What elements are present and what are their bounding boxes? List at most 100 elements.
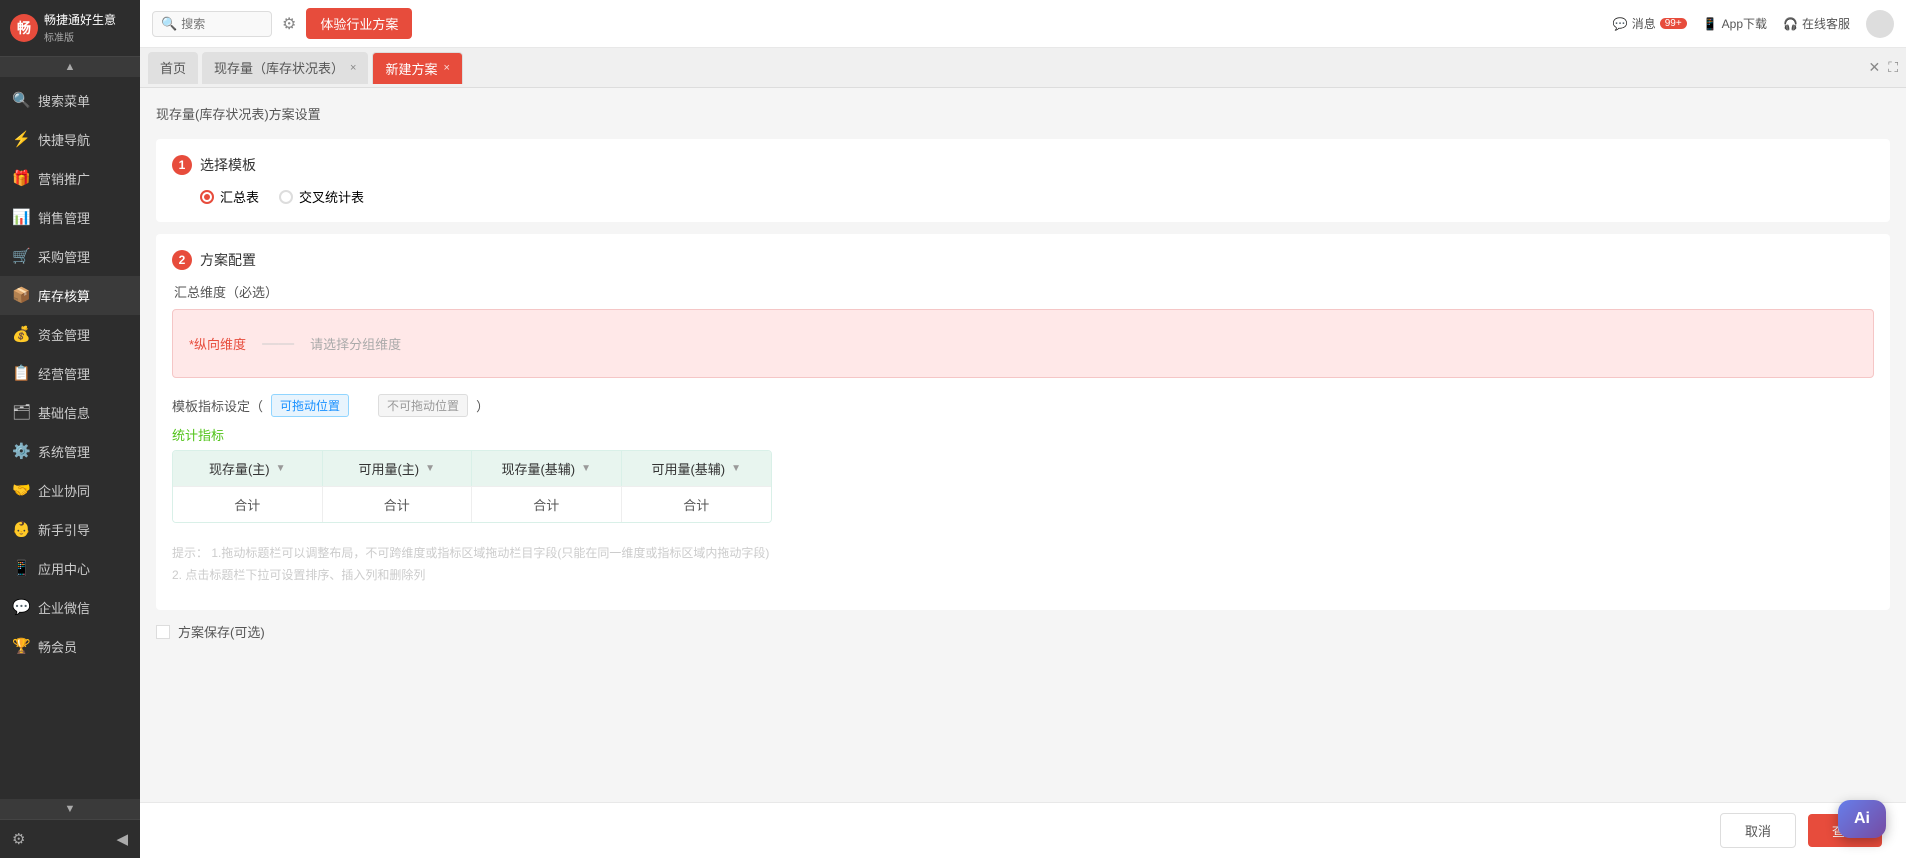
- sidebar-label-marketing: 营销推广: [38, 169, 90, 188]
- stats-table-header: 现存量(主) ▼ 可用量(主) ▼ 现存量(基辅) ▼ 可用量(基辅) ▼: [173, 451, 771, 486]
- topbar: 🔍 ⚙ 体验行业方案 💬 消息 99+ 📱 App下载 🎧 在线客服: [140, 0, 1906, 48]
- user-avatar[interactable]: [1866, 10, 1894, 38]
- sidebar-item-purchase[interactable]: 🛒 采购管理: [0, 237, 140, 276]
- sidebar-label-search: 搜索菜单: [38, 91, 90, 110]
- chevron-down-icon-col3: ▼: [581, 463, 591, 474]
- trial-industry-button[interactable]: 体验行业方案: [306, 8, 412, 39]
- sidebar-scroll-up[interactable]: ▲: [0, 57, 140, 77]
- indicator-label-text: 模板指标设定（: [172, 396, 263, 415]
- marketing-icon: 🎁: [12, 169, 30, 187]
- sidebar-label-business: 经营管理: [38, 364, 90, 383]
- toggle-sidebar-icon[interactable]: ◀: [116, 830, 128, 848]
- sidebar-nav: 🔍 搜索菜单 ⚡ 快捷导航 🎁 营销推广 📊 销售管理 🛒 采购管理 📦 库存核…: [0, 77, 140, 799]
- app-download-item[interactable]: 📱 App下载: [1703, 15, 1767, 32]
- tab-inventory-label: 现存量（库存状况表）: [214, 58, 344, 77]
- tab-inventory-status[interactable]: 现存量（库存状况表） ×: [202, 52, 368, 84]
- cancel-button[interactable]: 取消: [1720, 813, 1796, 848]
- apps-icon: 📱: [12, 559, 30, 577]
- sidebar: 畅 畅捷通好生意 标准版 ▲ 🔍 搜索菜单 ⚡ 快捷导航 🎁 营销推广 📊 销售…: [0, 0, 140, 858]
- template-option-summary[interactable]: 汇总表: [200, 187, 259, 206]
- app-name: 畅捷通好生意: [44, 12, 116, 29]
- settings-footer-icon[interactable]: ⚙: [12, 830, 25, 848]
- template-cross-label: 交叉统计表: [299, 187, 364, 206]
- step2-card: 2 方案配置 汇总维度（必选） *纵向维度 —— 请选择分组维度 模板指标设定（…: [156, 234, 1890, 610]
- sidebar-label-finance: 资金管理: [38, 325, 90, 344]
- search-icon: 🔍: [161, 16, 177, 32]
- sidebar-item-contract[interactable]: 🤝 企业协同: [0, 471, 140, 510]
- sidebar-item-sales[interactable]: 📊 销售管理: [0, 198, 140, 237]
- chevron-down-icon-col1: ▼: [276, 463, 286, 474]
- sidebar-item-wechat[interactable]: 💬 企业微信: [0, 588, 140, 627]
- template-option-cross[interactable]: 交叉统计表: [279, 187, 364, 206]
- stats-th-col3[interactable]: 现存量(基辅) ▼: [472, 451, 622, 486]
- system-icon: ⚙️: [12, 442, 30, 460]
- main-area: 🔍 ⚙ 体验行业方案 💬 消息 99+ 📱 App下载 🎧 在线客服 首页: [140, 0, 1906, 858]
- stats-th-col1[interactable]: 现存量(主) ▼: [173, 451, 323, 486]
- sidebar-item-system[interactable]: ⚙️ 系统管理: [0, 432, 140, 471]
- sidebar-item-marketing[interactable]: 🎁 营销推广: [0, 159, 140, 198]
- sidebar-item-search[interactable]: 🔍 搜索菜单: [0, 81, 140, 120]
- stats-td-col4: 合计: [622, 486, 772, 522]
- stats-th-col3-label: 现存量(基辅): [501, 459, 575, 478]
- sidebar-label-apps: 应用中心: [38, 559, 90, 578]
- save-plan-checkbox-area[interactable]: 方案保存(可选): [156, 622, 1890, 641]
- expand-window-icon[interactable]: ⛶: [1888, 59, 1898, 76]
- stats-section-label: 统计指标: [172, 425, 1874, 444]
- dim-divider: ——: [262, 335, 294, 353]
- step2-title: 方案配置: [200, 250, 256, 270]
- save-plan-checkbox[interactable]: [156, 625, 170, 639]
- ai-float-button[interactable]: Ai: [1838, 800, 1886, 838]
- stats-th-col4[interactable]: 可用量(基辅) ▼: [622, 451, 772, 486]
- stats-th-col2[interactable]: 可用量(主) ▼: [323, 451, 473, 486]
- indicator-tag-fixed: 不可拖动位置: [378, 394, 468, 417]
- sidebar-scroll-down[interactable]: ▼: [0, 799, 140, 819]
- close-window-icon[interactable]: ✕: [1868, 59, 1880, 76]
- sidebar-item-shortcut[interactable]: ⚡ 快捷导航: [0, 120, 140, 159]
- agg-dim-label: 汇总维度（必选）: [172, 282, 1874, 301]
- app-version: 标准版: [44, 29, 116, 44]
- tab-window-controls: ✕ ⛶: [1868, 59, 1898, 76]
- app-logo-icon: 畅: [10, 14, 38, 42]
- tab-home-label: 首页: [160, 58, 186, 77]
- agg-dim-area[interactable]: *纵向维度 —— 请选择分组维度: [172, 309, 1874, 378]
- topbar-search-box[interactable]: 🔍: [152, 11, 272, 37]
- stats-th-col1-label: 现存量(主): [209, 459, 270, 478]
- sidebar-item-apps[interactable]: 📱 应用中心: [0, 549, 140, 588]
- stats-table: 现存量(主) ▼ 可用量(主) ▼ 现存量(基辅) ▼ 可用量(基辅) ▼: [172, 450, 772, 523]
- step1-card: 1 选择模板 汇总表 交叉统计表: [156, 139, 1890, 222]
- dim-placeholder: 请选择分组维度: [310, 334, 401, 353]
- sales-icon: 📊: [12, 208, 30, 226]
- sidebar-footer: ⚙ ◀: [0, 819, 140, 858]
- sidebar-item-basic[interactable]: 🗂 基础信息: [0, 393, 140, 432]
- member-icon: 🏆: [12, 637, 30, 655]
- sidebar-item-inventory[interactable]: 📦 库存核算: [0, 276, 140, 315]
- step1-num: 1: [172, 155, 192, 175]
- search-input[interactable]: [181, 17, 261, 31]
- vertical-dim-label: *纵向维度: [189, 334, 246, 353]
- settings-gear-icon[interactable]: ⚙: [282, 14, 296, 34]
- page-title: 现存量(库存状况表)方案设置: [156, 104, 1890, 123]
- inventory-icon: 📦: [12, 286, 30, 304]
- template-summary-label: 汇总表: [220, 187, 259, 206]
- tip-line1: 提示： 1.拖动标题栏可以调整布局，不可跨维度或指标区域拖动栏目字段(只能在同一…: [172, 543, 1874, 565]
- basic-icon: 🗂: [12, 403, 30, 421]
- app-name-block: 畅捷通好生意 标准版: [44, 12, 116, 44]
- shortcut-icon: ⚡: [12, 130, 30, 148]
- online-service-item[interactable]: 🎧 在线客服: [1783, 15, 1850, 32]
- messages-item[interactable]: 💬 消息 99+: [1613, 15, 1687, 32]
- main-content: 现存量(库存状况表)方案设置 1 选择模板 汇总表 交叉统计表 2: [140, 88, 1906, 802]
- stats-th-col4-label: 可用量(基辅): [651, 459, 725, 478]
- sidebar-label-member: 畅会员: [38, 637, 77, 656]
- sidebar-item-finance[interactable]: 💰 资金管理: [0, 315, 140, 354]
- sidebar-item-guide[interactable]: 👶 新手引导: [0, 510, 140, 549]
- guide-icon: 👶: [12, 520, 30, 538]
- sidebar-label-basic: 基础信息: [38, 403, 90, 422]
- tab-inventory-close-icon[interactable]: ×: [350, 62, 356, 74]
- template-options: 汇总表 交叉统计表: [172, 187, 1874, 206]
- tab-new-plan[interactable]: 新建方案 ×: [372, 52, 462, 84]
- tab-home[interactable]: 首页: [148, 52, 198, 84]
- sidebar-item-member[interactable]: 🏆 畅会员: [0, 627, 140, 666]
- tab-new-plan-close-icon[interactable]: ×: [443, 62, 449, 74]
- sidebar-item-business[interactable]: 📋 经营管理: [0, 354, 140, 393]
- sidebar-logo: 畅 畅捷通好生意 标准版: [0, 0, 140, 57]
